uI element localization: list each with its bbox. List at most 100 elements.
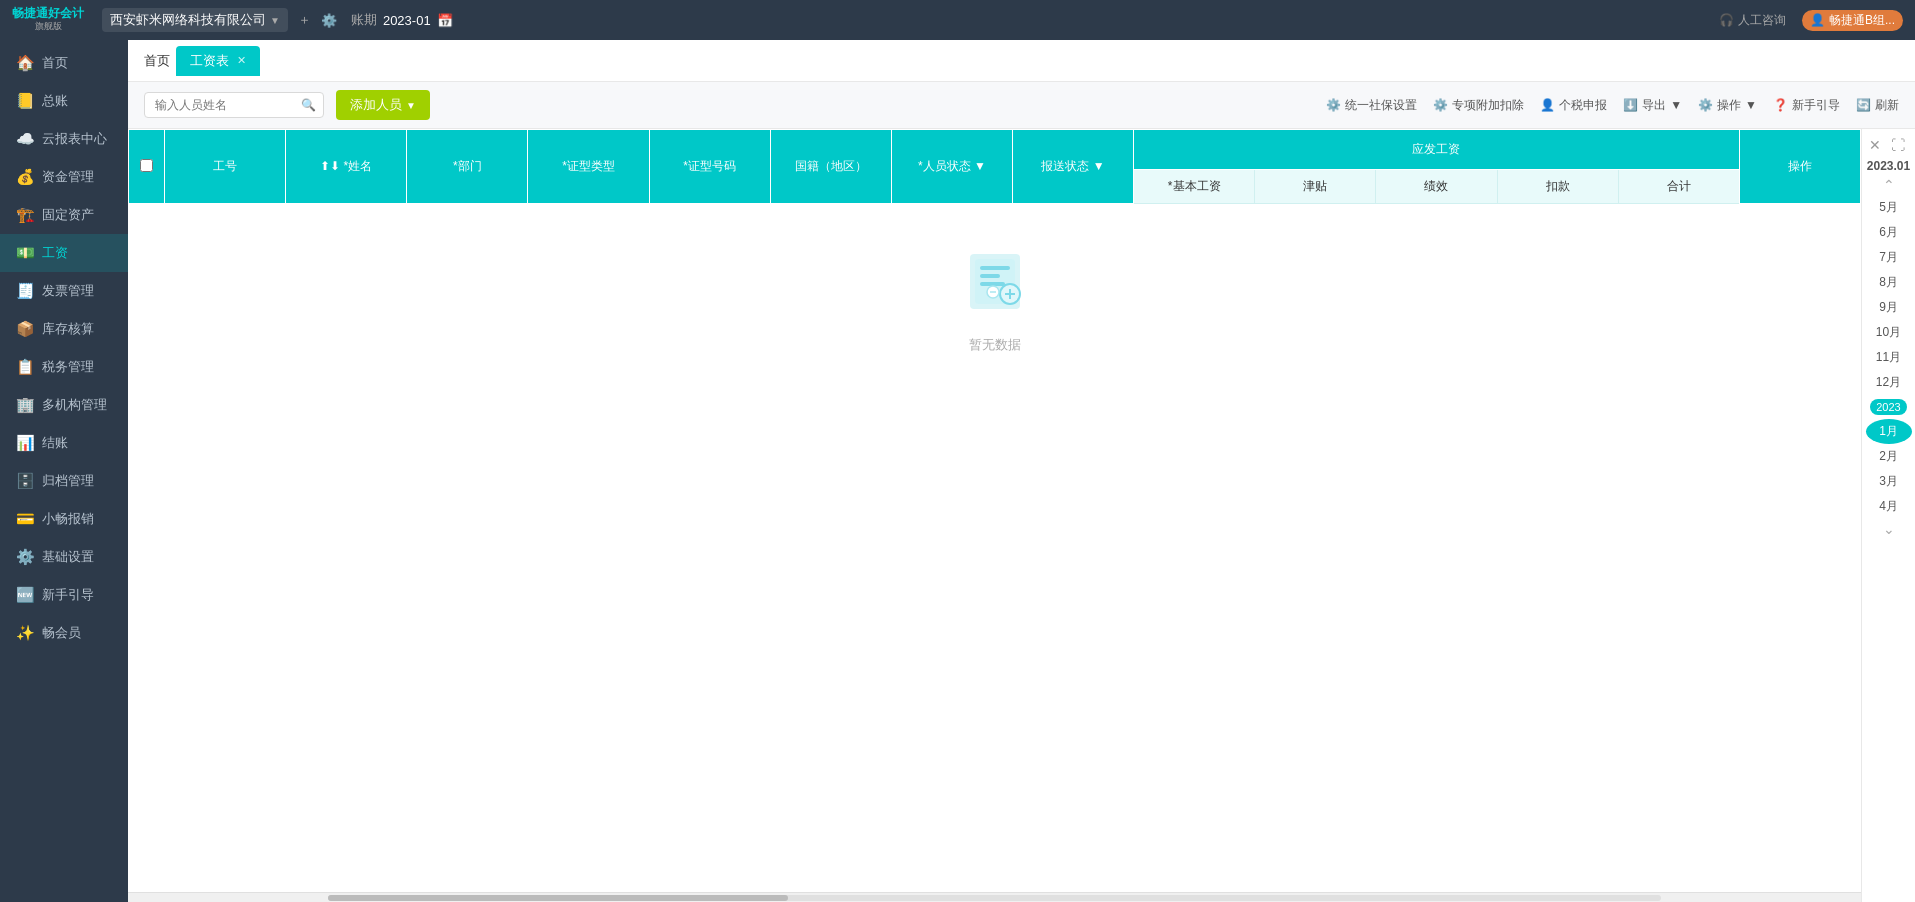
- year-badge-2023[interactable]: 2023: [1870, 399, 1906, 415]
- tab-home[interactable]: 首页: [144, 52, 170, 70]
- month-item-12[interactable]: 12月: [1866, 370, 1912, 395]
- sidebar-item-vip[interactable]: ✨ 畅会员: [0, 614, 128, 652]
- sidebar-item-guide[interactable]: 🆕 新手引导: [0, 576, 128, 614]
- empty-text: 暂无数据: [969, 336, 1021, 354]
- sidebar-label-invoice: 发票管理: [42, 282, 94, 300]
- month-item-2[interactable]: 2月: [1866, 444, 1912, 469]
- table-header-checkbox[interactable]: [129, 130, 165, 204]
- month-item-3[interactable]: 3月: [1866, 469, 1912, 494]
- scrollbar-thumb[interactable]: [328, 895, 788, 901]
- sidebar-item-invoice[interactable]: 🧾 发票管理: [0, 272, 128, 310]
- sidebar-label-fixed-assets: 固定资产: [42, 206, 94, 224]
- month-item-8[interactable]: 8月: [1866, 270, 1912, 295]
- vip-icon: ✨: [16, 624, 34, 642]
- calendar-icon[interactable]: 📅: [437, 13, 453, 28]
- service-label: 人工咨询: [1738, 12, 1786, 29]
- month-item-4[interactable]: 4月: [1866, 494, 1912, 519]
- sidebar-item-settle[interactable]: 📊 结账: [0, 424, 128, 462]
- logo-area: 畅捷通好会计 旗舰版: [12, 7, 84, 33]
- operations-btn[interactable]: ⚙️ 操作 ▼: [1698, 97, 1757, 114]
- table-header-deduct: 扣款: [1497, 170, 1618, 204]
- special-deduct-label: 专项附加扣除: [1452, 97, 1524, 114]
- sidebar-label-settings: 基础设置: [42, 548, 94, 566]
- search-icon: 🔍: [301, 98, 316, 112]
- month-item-1[interactable]: 1月: [1866, 419, 1912, 444]
- personal-tax-btn[interactable]: 👤 个税申报: [1540, 97, 1607, 114]
- panel-nav-down-icon[interactable]: ⌄: [1883, 521, 1895, 537]
- settings-icon: ⚙️: [16, 548, 34, 566]
- table-header-actions: 操作: [1739, 130, 1860, 204]
- user-badge[interactable]: 👤 畅捷通B组...: [1802, 10, 1903, 31]
- toolbar-actions: ⚙️ 统一社保设置 ⚙️ 专项附加扣除 👤 个税申报 ⬇️ 导出 ▼: [1326, 97, 1899, 114]
- panel-close-button[interactable]: ✕: [1869, 137, 1881, 153]
- sidebar-label-inventory: 库存核算: [42, 320, 94, 338]
- sidebar-item-expense[interactable]: 💳 小畅报销: [0, 500, 128, 538]
- sidebar-item-multi-org[interactable]: 🏢 多机构管理: [0, 386, 128, 424]
- guide-icon: 🆕: [16, 586, 34, 604]
- personal-tax-label: 个税申报: [1559, 97, 1607, 114]
- company-name: 西安虾米网络科技有限公司: [110, 11, 266, 29]
- export-arrow-icon: ▼: [1670, 98, 1682, 112]
- search-input[interactable]: [155, 98, 295, 112]
- tab-salary-table[interactable]: 工资表 ✕: [176, 46, 260, 76]
- month-item-9[interactable]: 9月: [1866, 295, 1912, 320]
- table-header-total: 合计: [1618, 170, 1739, 204]
- sidebar-item-settings[interactable]: ⚙️ 基础设置: [0, 538, 128, 576]
- select-all-checkbox[interactable]: [140, 159, 153, 172]
- tab-close-icon[interactable]: ✕: [237, 54, 246, 67]
- headset-icon: 🎧: [1719, 13, 1734, 27]
- month-item-10[interactable]: 10月: [1866, 320, 1912, 345]
- salary-table: 工号 ⬆⬇ *姓名 *部门 *证型类型 *证型号码 国籍（地区）: [128, 129, 1861, 204]
- special-deduct-icon: ⚙️: [1433, 98, 1448, 112]
- filter-icon[interactable]: ▼: [974, 159, 986, 173]
- service-button[interactable]: 🎧 人工咨询: [1719, 12, 1786, 29]
- period-value: 2023-01: [383, 13, 431, 28]
- settings-icon-btn[interactable]: ⚙️: [321, 13, 337, 28]
- table-header-cert-type: *证型类型: [528, 130, 649, 204]
- newbie-icon: ❓: [1773, 98, 1788, 112]
- panel-nav-up-icon[interactable]: ⌃: [1883, 177, 1895, 193]
- operations-icon: ⚙️: [1698, 98, 1713, 112]
- company-selector[interactable]: 西安虾米网络科技有限公司 ▼: [102, 8, 288, 32]
- month-item-11[interactable]: 11月: [1866, 345, 1912, 370]
- sidebar-item-archive[interactable]: 🗄️ 归档管理: [0, 462, 128, 500]
- refresh-btn[interactable]: 🔄 刷新: [1856, 97, 1899, 114]
- table-header-name: ⬆⬇ *姓名: [286, 130, 407, 204]
- sidebar-label-expense: 小畅报销: [42, 510, 94, 528]
- table-header-row: 工号 ⬆⬇ *姓名 *部门 *证型类型 *证型号码 国籍（地区）: [129, 130, 1861, 170]
- sidebar-item-tax[interactable]: 📋 税务管理: [0, 348, 128, 386]
- month-item-7[interactable]: 7月: [1866, 245, 1912, 270]
- sidebar-item-fixed-assets[interactable]: 🏗️ 固定资产: [0, 196, 128, 234]
- empty-icon: [955, 244, 1035, 324]
- add-person-button[interactable]: 添加人员 ▼: [336, 90, 430, 120]
- period-label: 账期: [351, 11, 377, 29]
- social-security-btn[interactable]: ⚙️ 统一社保设置: [1326, 97, 1417, 114]
- table-header-performance: 绩效: [1376, 170, 1497, 204]
- panel-expand-button[interactable]: ⛶: [1891, 137, 1905, 153]
- archive-icon: 🗄️: [16, 472, 34, 490]
- export-btn[interactable]: ⬇️ 导出 ▼: [1623, 97, 1682, 114]
- table-header-country: 国籍（地区）: [770, 130, 891, 204]
- add-company-button[interactable]: ＋: [298, 11, 311, 29]
- tab-salary-label: 工资表: [190, 52, 229, 70]
- invoice-icon: 🧾: [16, 282, 34, 300]
- sidebar-item-salary[interactable]: 💵 工资: [0, 234, 128, 272]
- sidebar-label-multi-org: 多机构管理: [42, 396, 107, 414]
- sidebar-item-fund[interactable]: 💰 资金管理: [0, 158, 128, 196]
- newbie-guide-btn[interactable]: ❓ 新手引导: [1773, 97, 1840, 114]
- filter-icon2[interactable]: ▼: [1093, 159, 1105, 173]
- search-field[interactable]: 🔍: [144, 92, 324, 118]
- sidebar-label-tax: 税务管理: [42, 358, 94, 376]
- sidebar-item-home[interactable]: 🏠 首页: [0, 44, 128, 82]
- sidebar-item-ledger[interactable]: 📒 总账: [0, 82, 128, 120]
- month-item-6[interactable]: 6月: [1866, 220, 1912, 245]
- toolbar: 🔍 添加人员 ▼ ⚙️ 统一社保设置 ⚙️ 专项附加扣除: [128, 82, 1915, 129]
- special-deduct-btn[interactable]: ⚙️ 专项附加扣除: [1433, 97, 1524, 114]
- month-item-5[interactable]: 5月: [1866, 195, 1912, 220]
- horizontal-scrollbar[interactable]: [128, 892, 1861, 902]
- sidebar-item-inventory[interactable]: 📦 库存核算: [0, 310, 128, 348]
- sidebar-item-cloud-report[interactable]: ☁️ 云报表中心: [0, 120, 128, 158]
- tab-bar: 首页 工资表 ✕: [128, 40, 1915, 82]
- table-header-dept: *部门: [407, 130, 528, 204]
- salary-icon: 💵: [16, 244, 34, 262]
